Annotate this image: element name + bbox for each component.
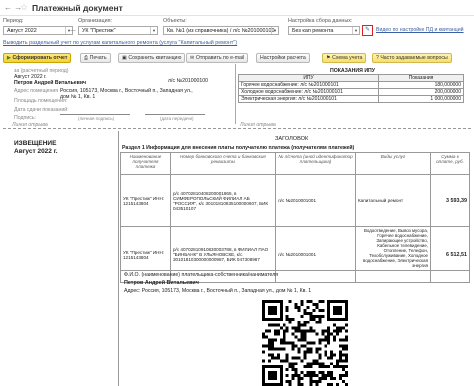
payer-caption: Ф.И.О. (наименование) плательщика-собств… <box>124 272 279 278</box>
send-email-button[interactable]: ✉ Отправить по e-mail <box>186 53 249 63</box>
faq-button[interactable]: ? Часто задаваемые вопросы <box>372 53 452 63</box>
period-label: Период: <box>3 18 24 24</box>
table-row: УК "Престиж" ИНН: 1215143804 р/с 4070281… <box>120 174 470 227</box>
scheme-icon: ⚑ <box>326 55 331 61</box>
report-settings-button[interactable]: Настройки расчета <box>256 53 310 63</box>
address-value: Россия, 105173, Москва г., Восточный п.,… <box>60 88 193 100</box>
col-account: № л/счета (иной идентификатор плательщик… <box>275 152 356 175</box>
generate-report-button[interactable]: ▶ Сформировать отчет <box>3 53 72 63</box>
qr-code <box>262 300 348 386</box>
table-row: Горячее водоснабжение: л/с №201000101 180… <box>238 81 464 89</box>
printer-icon: ⎙ <box>84 55 89 61</box>
table-row: Холодное водоснабжение: л/с №201000101 20… <box>238 88 464 96</box>
date-hint: (дата передачи) <box>160 116 194 121</box>
col-recipient: Наименование получателя платежа <box>120 152 171 175</box>
header-title: ЗАГОЛОВОК <box>275 136 309 142</box>
payer-name: Петров Андрей Витальевич <box>14 80 87 86</box>
notice-period: Август 2022 г. <box>14 148 58 155</box>
payment-table: Наименование получателя платежа Номер ба… <box>120 152 470 283</box>
notice-title: ИЗВЕЩЕНИЕ <box>14 140 57 147</box>
window-title: Платежный документ <box>32 3 123 13</box>
settings-dropdown-icon[interactable]: ▾ <box>352 27 359 34</box>
settings-edit-button[interactable]: ✎ <box>362 25 373 36</box>
notice-divider <box>118 131 119 386</box>
signature-line <box>60 114 130 115</box>
payer-address-bottom: Адрес: Россия, 105173, Москва г., Восточ… <box>124 288 312 294</box>
col-services: Виды услуг <box>355 152 431 175</box>
col-bank: Номер банковского счета и банковские рек… <box>170 152 276 175</box>
accounts-scheme-button[interactable]: ⚑ Схема учета <box>322 53 367 63</box>
separate-accounting-link[interactable]: Выводить раздельный учет по услугам капи… <box>3 40 237 46</box>
payer-name-bottom: Петров Андрей Витальевич <box>124 280 199 286</box>
meter-head-reading: Показания <box>378 74 464 82</box>
objects-label: Объекты: <box>163 18 187 24</box>
reading-date-label: Дата сдачи показаний: <box>14 107 69 113</box>
table-row: Электрическая энергия: л/с №201000101 1 0… <box>238 95 464 103</box>
signature-hint: (личная подпись) <box>78 116 115 121</box>
org-field[interactable]: УК "Престиж" ▾ <box>78 26 158 35</box>
payer-section-divider <box>120 270 470 271</box>
col-sum: Сумма к оплате, руб. <box>430 152 470 175</box>
address-label: Адрес помещения <box>14 88 59 94</box>
org-dropdown-icon[interactable]: ▾ <box>150 27 157 34</box>
receipt-divider <box>235 64 236 124</box>
objects-dropdown-icon[interactable]: ▾ <box>271 27 278 34</box>
meter-table: ИПУ Показания Горячее водоснабжение: л/с … <box>238 74 464 103</box>
area-label: Площадь помещения: <box>14 98 68 104</box>
meter-head-ipu: ИПУ <box>238 74 379 82</box>
date-line <box>145 114 205 115</box>
print-button[interactable]: ⎙ Печать <box>80 53 111 63</box>
org-label: Организация: <box>78 18 113 24</box>
help-icon: ? <box>376 55 379 61</box>
edit-pencil-icon: ✎ <box>365 27 371 33</box>
settings-field[interactable]: Без кап ремонта ▾ <box>288 26 360 35</box>
email-icon: ✉ <box>190 55 195 61</box>
video-settings-link[interactable]: Видео по настройке ПД и квитанций <box>376 27 464 33</box>
section-title: Раздел 1 Информация для внесения платы п… <box>122 145 355 151</box>
period-picker-icon[interactable]: … <box>70 27 76 33</box>
objects-field[interactable]: Кв. №1 (из справочника) / л/с №201000100… <box>163 26 279 35</box>
save-icon: ▣ <box>122 55 127 61</box>
payer-account: л/с №201000100 <box>168 78 209 84</box>
period-field[interactable]: Август 2022 ▾ <box>3 26 73 35</box>
settings-label: Настройка сбора данных: <box>288 18 353 24</box>
favorite-star-icon[interactable]: ☆ <box>20 2 28 13</box>
cut-line <box>3 128 471 129</box>
signature-label: Подпись: <box>14 115 36 121</box>
save-receipt-button[interactable]: ▣ Сохранить квитанцию <box>118 53 186 63</box>
